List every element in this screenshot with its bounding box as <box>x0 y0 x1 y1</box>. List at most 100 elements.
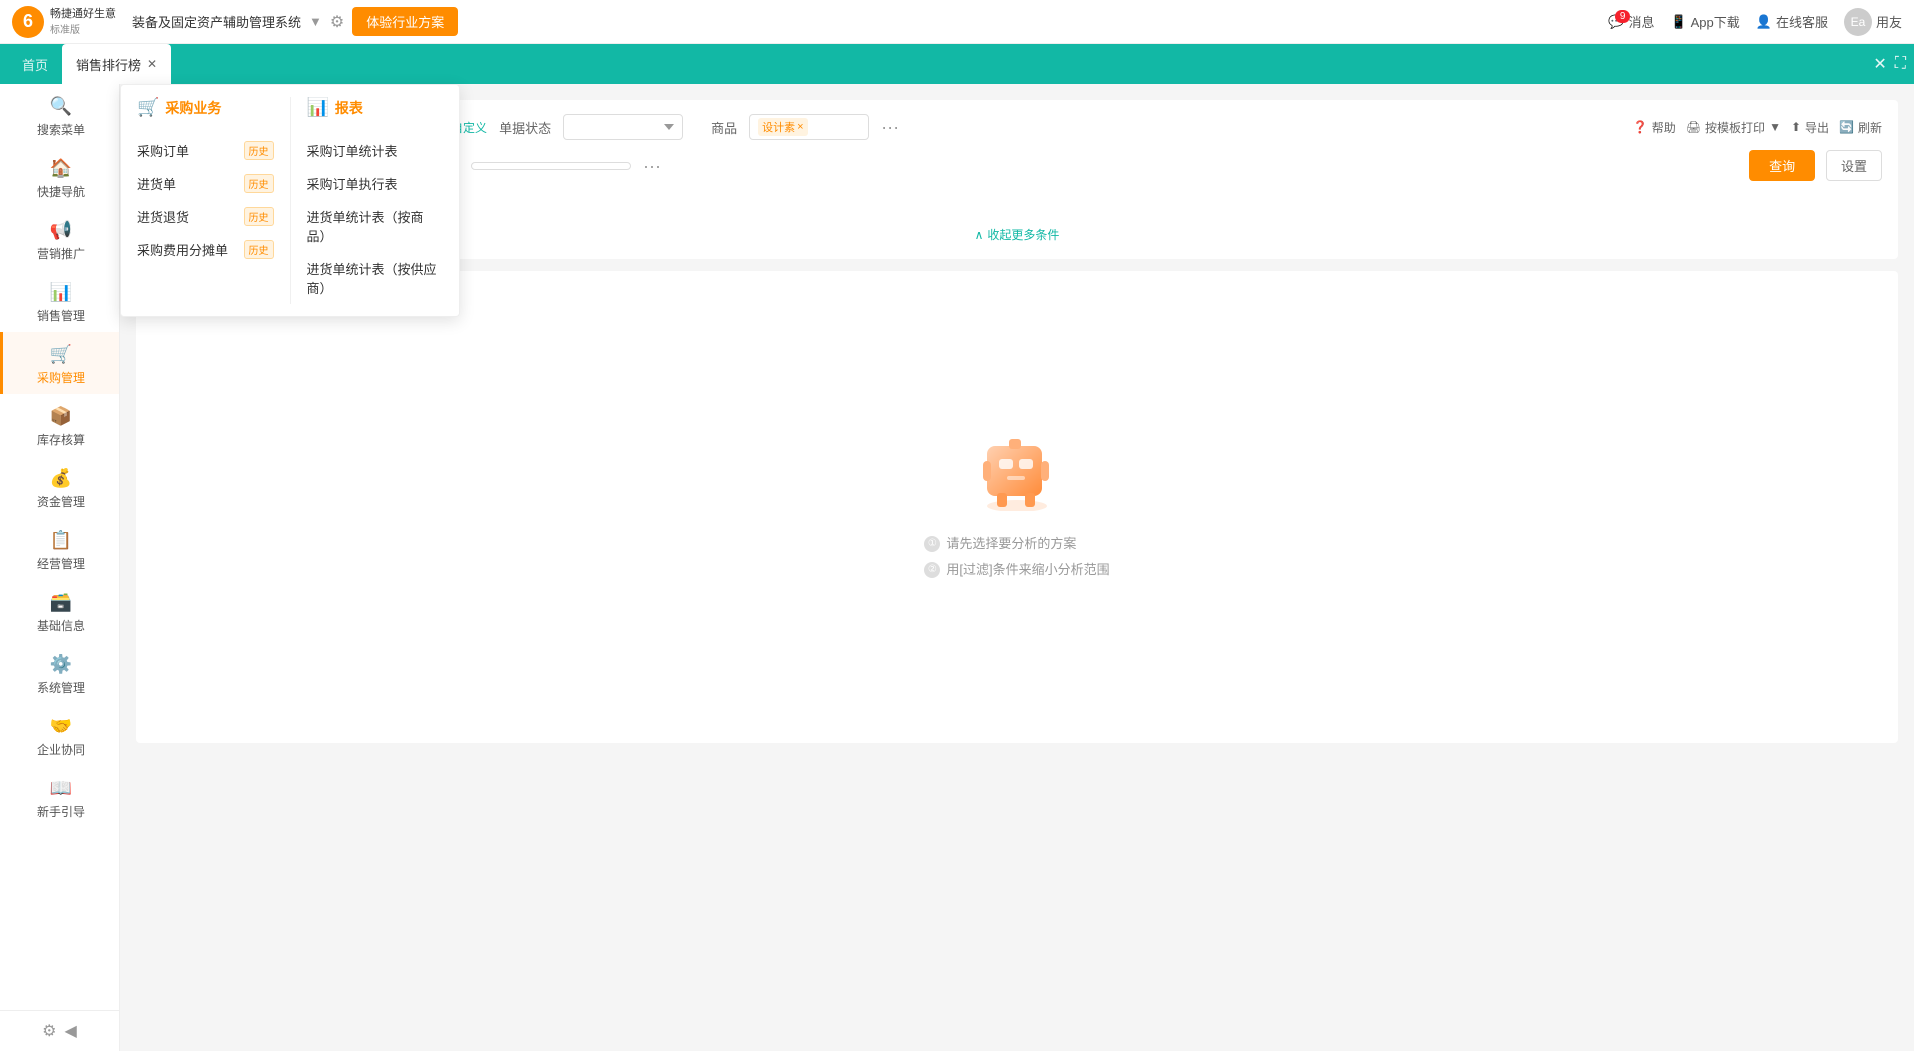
goods-tag-text: 设计素 <box>762 119 795 135</box>
sidebar-item-basic[interactable]: 🗃️ 基础信息 <box>0 580 119 642</box>
sidebar-item-sales-label: 销售管理 <box>37 307 85 324</box>
refresh-button[interactable]: 🔄 刷新 <box>1839 119 1882 136</box>
doc-status-select[interactable] <box>563 114 683 140</box>
sidebar: 🔍 搜索菜单 🏠 快捷导航 📢 营销推广 📊 销售管理 🛒 采购管理 📦 库存核… <box>0 84 120 1051</box>
app-label: App下载 <box>1691 12 1740 31</box>
sidebar-item-enterprise[interactable]: 🤝 企业协同 <box>0 704 119 766</box>
inventory-icon: 📦 <box>50 406 72 427</box>
tab-sales-rank-label: 销售排行榜 <box>76 55 141 74</box>
empty-hint-2: ② 用[过滤]条件来缩小分析范围 <box>924 557 1109 583</box>
return-history: 历史 <box>244 207 274 226</box>
dropdown-item-purchase-order[interactable]: 采购订单 历史 <box>137 134 274 167</box>
marketing-icon: 📢 <box>50 220 72 241</box>
message-item[interactable]: 💬 9 消息 <box>1608 12 1654 31</box>
hint1-text: 请先选择要分析的方案 <box>946 531 1076 557</box>
avatar: Ea <box>1844 8 1872 36</box>
sys-title-dropdown[interactable]: ▼ <box>309 14 322 29</box>
enterprise-icon: 🤝 <box>50 716 72 737</box>
guide-icon: 📖 <box>50 778 72 799</box>
help-button[interactable]: ❓ 帮助 <box>1633 119 1676 136</box>
goods-tag-close[interactable]: × <box>797 121 803 133</box>
print-label: 按模板打印 <box>1705 119 1765 136</box>
sidebar-item-system[interactable]: ⚙️ 系统管理 <box>0 642 119 704</box>
sidebar-item-sales[interactable]: 📊 销售管理 <box>0 270 119 332</box>
staff-input[interactable] <box>471 162 631 170</box>
empty-illustration <box>957 411 1077 511</box>
receipt-stat-goods-label: 进货单统计表（按商品） <box>307 207 444 245</box>
online-service-item[interactable]: 👤 在线客服 <box>1756 12 1828 31</box>
message-label: 消息 <box>1628 12 1654 31</box>
tab-close-icon[interactable]: ✕ <box>147 57 157 71</box>
receipt-label: 进货单 <box>137 174 176 193</box>
dropdown-item-return[interactable]: 进货退货 历史 <box>137 200 274 233</box>
app-download-item[interactable]: 📱 App下载 <box>1670 12 1739 31</box>
set-button[interactable]: 设置 <box>1826 150 1882 181</box>
dropdown-col2-title-text: 报表 <box>335 98 363 118</box>
goods-tag-input[interactable]: 设计素 × <box>749 114 869 140</box>
topbar-center: 装备及固定资产辅助管理系统 ▼ ⚙ 体验行业方案 <box>132 7 1608 36</box>
staff-more-btn[interactable]: ··· <box>643 157 661 175</box>
tab-right-actions: ✕ ⛶ <box>1873 54 1906 74</box>
sidebar-item-finance[interactable]: 💰 资金管理 <box>0 456 119 518</box>
logo-text: 畅捷通好生意 标准版 <box>50 7 116 36</box>
query-btns: 查询 设置 <box>1749 150 1882 181</box>
sidebar-item-purchase-label: 采购管理 <box>37 369 85 386</box>
sidebar-item-operations[interactable]: 📋 经营管理 <box>0 518 119 580</box>
robot-svg <box>957 411 1077 511</box>
doc-status-label: 单据状态 <box>499 118 551 137</box>
query-button[interactable]: 查询 <box>1749 150 1815 181</box>
sidebar-item-quicknav[interactable]: 🏠 快捷导航 <box>0 146 119 208</box>
po-stat-label: 采购订单统计表 <box>307 141 398 160</box>
empty-hint-1: ① 请先选择要分析的方案 <box>924 531 1109 557</box>
operations-icon: 📋 <box>50 530 72 551</box>
sidebar-item-inventory-label: 库存核算 <box>37 431 85 448</box>
report-col-icon: 📊 <box>307 97 329 118</box>
sidebar-item-finance-label: 资金管理 <box>37 493 85 510</box>
sidebar-item-guide-label: 新手引导 <box>37 803 85 820</box>
sidebar-item-marketing[interactable]: 📢 营销推广 <box>0 208 119 270</box>
user-label: 用友 <box>1876 12 1902 31</box>
dropdown-col-report: 📊 报表 采购订单统计表 采购订单执行表 进货单统计表（按商品） 进货单统计表（… <box>291 97 460 304</box>
sidebar-item-marketing-label: 营销推广 <box>37 245 85 262</box>
export-icon: ⬆ <box>1791 120 1801 134</box>
topbar-right: 💬 9 消息 📱 App下载 👤 在线客服 Ea 用友 <box>1608 8 1902 36</box>
search-icon: 🔍 <box>50 96 72 117</box>
dropdown-col-purchase: 🛒 采购业务 采购订单 历史 进货单 历史 进货退货 历史 采购费用分摊单 历史 <box>121 97 291 304</box>
logo-icon: 6 <box>12 6 44 38</box>
export-label: 导出 <box>1805 119 1829 136</box>
dropdown-col1-title: 🛒 采购业务 <box>137 97 274 124</box>
empty-hints: ① 请先选择要分析的方案 ② 用[过滤]条件来缩小分析范围 <box>924 531 1109 583</box>
dropdown-item-receipt[interactable]: 进货单 历史 <box>137 167 274 200</box>
industry-button[interactable]: 体验行业方案 <box>352 7 458 36</box>
tab-sales-rank[interactable]: 销售排行榜 ✕ <box>62 44 171 84</box>
sidebar-item-inventory[interactable]: 📦 库存核算 <box>0 394 119 456</box>
goods-more-btn[interactable]: ··· <box>881 118 899 136</box>
home-icon: 🏠 <box>50 158 72 179</box>
dropdown-item-expense[interactable]: 采购费用分摊单 历史 <box>137 233 274 266</box>
settings-icon[interactable]: ⚙ <box>330 12 344 32</box>
tab-home[interactable]: 首页 <box>8 44 62 84</box>
dropdown-item-receipt-stat-supplier[interactable]: 进货单统计表（按供应商） <box>307 252 444 304</box>
print-button[interactable]: 🖨 按模板打印 ▼ <box>1686 119 1781 136</box>
dropdown-menu: 🛒 采购业务 采购订单 历史 进货单 历史 进货退货 历史 采购费用分摊单 历史 <box>120 84 460 317</box>
sidebar-item-guide[interactable]: 📖 新手引导 <box>0 766 119 828</box>
tab-expand-action[interactable]: ⛶ <box>1895 55 1906 73</box>
goods-label: 商品 <box>711 118 737 137</box>
sidebar-item-search[interactable]: 🔍 搜索菜单 <box>0 84 119 146</box>
dropdown-item-po-exec[interactable]: 采购订单执行表 <box>307 167 444 200</box>
print-dropdown-icon[interactable]: ▼ <box>1769 120 1781 134</box>
goods-tag: 设计素 × <box>758 118 807 136</box>
sidebar-item-basic-label: 基础信息 <box>37 617 85 634</box>
message-badge: 9 <box>1615 10 1631 23</box>
dropdown-item-receipt-stat-goods[interactable]: 进货单统计表（按商品） <box>307 200 444 252</box>
tab-close-action[interactable]: ✕ <box>1873 54 1886 74</box>
empty-state-area: ① 请先选择要分析的方案 ② 用[过滤]条件来缩小分析范围 <box>136 271 1898 743</box>
sidebar-item-purchase[interactable]: 🛒 采购管理 <box>0 332 119 394</box>
collapse-up-icon: ∧ <box>975 228 984 242</box>
user-item[interactable]: Ea 用友 <box>1844 8 1902 36</box>
expense-history: 历史 <box>244 240 274 259</box>
empty-state: ① 请先选择要分析的方案 ② 用[过滤]条件来缩小分析范围 <box>136 331 1898 663</box>
dropdown-item-po-stat[interactable]: 采购订单统计表 <box>307 134 444 167</box>
sidebar-item-system-label: 系统管理 <box>37 679 85 696</box>
export-button[interactable]: ⬆ 导出 <box>1791 119 1829 136</box>
